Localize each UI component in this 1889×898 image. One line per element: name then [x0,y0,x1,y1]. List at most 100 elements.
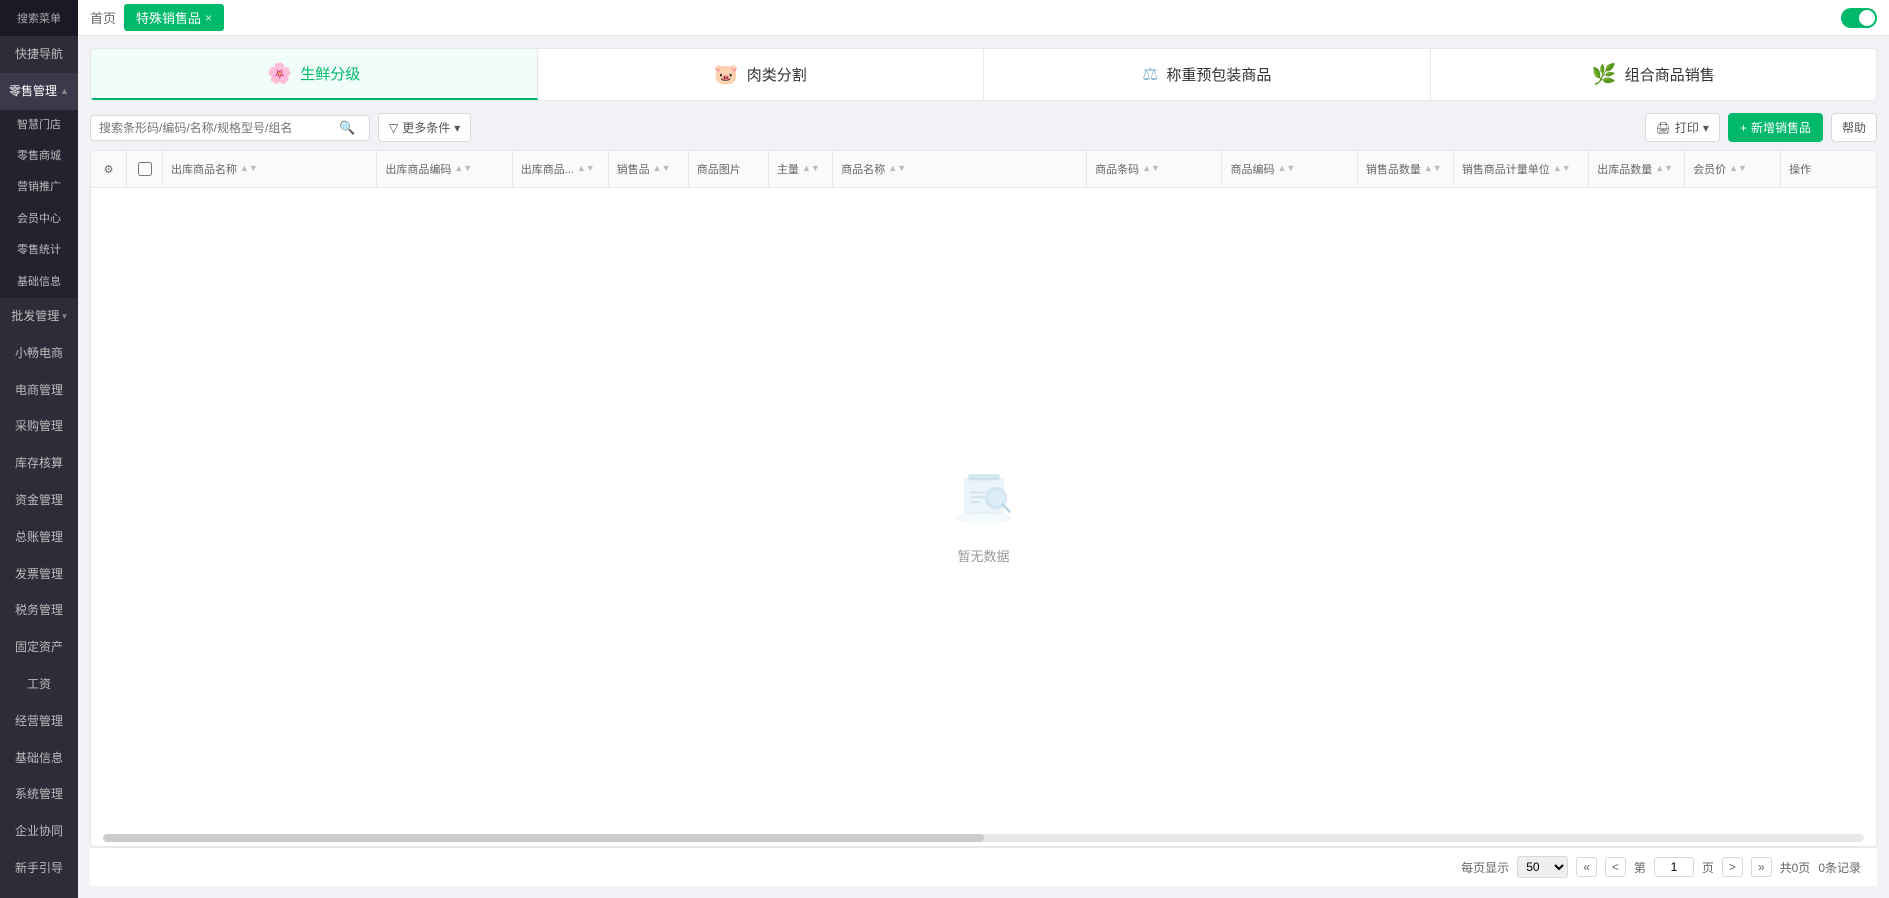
page-suffix: 页 [1702,859,1714,876]
retail-mgmt-arrow: ▲ [60,85,69,98]
fresh-tab-icon: 🌸 [267,61,292,86]
sale-sort-icon[interactable]: ▲▼ [653,165,671,172]
combo-tab-icon: 🌿 [1592,62,1617,87]
select-all-checkbox[interactable] [138,162,152,176]
goodsname-sort-icon[interactable]: ▲▼ [888,165,906,172]
th-saleunit[interactable]: 销售商品计量单位 ▲▼ [1454,151,1589,187]
total-pages: 共0页 [1780,859,1811,876]
sidebar-item-inventory[interactable]: 库存核算 [0,445,78,482]
th-outcode[interactable]: 出库商品编码 ▲▼ [377,151,512,187]
th-check[interactable] [127,151,163,187]
per-page-label: 每页显示 [1461,859,1509,876]
cat-tab-combo[interactable]: 🌿 组合商品销售 [1431,49,1877,100]
sidebar-item-purchase-mgmt[interactable]: 采购管理 [0,408,78,445]
th-main-label: 主量 [777,161,799,177]
th-goodscode-label: 商品编码 [1230,161,1274,177]
sidebar-item-mini-ecommerce[interactable]: 小畅电商 [0,335,78,372]
scrollbar-thumb[interactable] [103,834,984,842]
sidebar-item-basic-info1[interactable]: 基础信息 [0,267,78,298]
sidebar-item-retail-stats[interactable]: 零售统计 [0,235,78,266]
tab-close-icon[interactable]: × [205,11,212,25]
help-button[interactable]: 帮助 [1831,113,1877,142]
th-goodsname-label: 商品名称 [841,161,885,177]
th-barcode[interactable]: 商品条码 ▲▼ [1087,151,1222,187]
th-memberprice[interactable]: 会员价 ▲▼ [1685,151,1781,187]
th-goodscode[interactable]: 商品编码 ▲▼ [1222,151,1357,187]
th-outsku[interactable]: 出库商品... ▲▼ [513,151,609,187]
th-main[interactable]: 主量 ▲▼ [769,151,833,187]
cat-tab-weigh[interactable]: ⚖ 称重预包装商品 [984,49,1431,100]
filter-label: 更多条件 [402,119,450,136]
search-icon[interactable]: 🔍 [339,120,355,136]
first-page-button[interactable]: « [1576,857,1597,877]
add-product-button[interactable]: + 新增销售品 [1728,113,1823,142]
toggle-switch[interactable] [1841,8,1877,28]
sidebar-item-member-center[interactable]: 会员中心 [0,204,78,235]
outname-sort-icon[interactable]: ▲▼ [240,165,258,172]
th-goodsname[interactable]: 商品名称 ▲▼ [833,151,1087,187]
sidebar-item-biz-mgmt[interactable]: 经营管理 [0,703,78,740]
table-container: ⚙ 出库商品名称 ▲▼ 出库商品编码 ▲▼ 出库商品... ▲▼ [90,150,1877,847]
sidebar-item-fixed-assets[interactable]: 固定资产 [0,629,78,666]
saleunit-sort-icon[interactable]: ▲▼ [1553,165,1571,172]
goodscode-sort-icon[interactable]: ▲▼ [1277,165,1295,172]
sidebar-item-wholesale-mgmt[interactable]: 批发管理 ▾ [0,298,78,335]
sidebar-retail-submenu: 智慧门店 零售商城 营销推广 会员中心 零售统计 基础信息 [0,110,78,298]
search-box[interactable]: 🔍 [90,115,370,141]
outsku-sort-icon[interactable]: ▲▼ [577,165,595,172]
cat-tab-meat[interactable]: 🐷 肉类分割 [538,49,985,100]
search-input[interactable] [99,121,339,135]
sidebar-item-newbie[interactable]: 新手引导 [0,850,78,887]
sidebar-item-ledger-mgmt[interactable]: 总账管理 [0,519,78,556]
th-sale[interactable]: 销售品 ▲▼ [609,151,689,187]
page-number-input[interactable] [1654,857,1694,877]
cat-tab-fresh[interactable]: 🌸 生鲜分级 [91,49,538,100]
empty-text: 暂无数据 [957,546,1009,565]
th-outqty[interactable]: 出库品数量 ▲▼ [1589,151,1685,187]
prev-page-button[interactable]: < [1605,857,1626,877]
sidebar-item-tax-mgmt[interactable]: 税务管理 [0,592,78,629]
sidebar-item-smart-store[interactable]: 智慧门店 [0,110,78,141]
filter-arrow-icon: ▾ [454,121,460,135]
saleqty-sort-icon[interactable]: ▲▼ [1424,165,1442,172]
outcode-sort-icon[interactable]: ▲▼ [454,165,472,172]
main-sort-icon[interactable]: ▲▼ [802,165,820,172]
th-outname[interactable]: 出库商品名称 ▲▼ [163,151,377,187]
meat-tab-label: 肉类分割 [747,64,807,85]
th-action-label: 操作 [1789,161,1811,177]
sidebar-item-retail-mgmt[interactable]: 零售管理 ▲ [0,73,78,110]
active-tab[interactable]: 特殊销售品 × [124,4,224,31]
outqty-sort-icon[interactable]: ▲▼ [1655,165,1673,172]
sidebar-item-sys-mgmt[interactable]: 系统管理 [0,776,78,813]
sidebar-item-sales-promo[interactable]: 营销推广 [0,172,78,203]
next-page-button[interactable]: > [1722,857,1743,877]
barcode-sort-icon[interactable]: ▲▼ [1142,165,1160,172]
meat-tab-icon: 🐷 [714,62,739,87]
gear-icon[interactable]: ⚙ [0,887,78,898]
sidebar-item-invoice-mgmt[interactable]: 发票管理 [0,556,78,593]
sidebar-item-hr[interactable]: 工资 [0,666,78,703]
th-memberprice-label: 会员价 [1693,161,1726,177]
th-action: 操作 [1781,151,1876,187]
filter-button[interactable]: ▽ 更多条件 ▾ [378,113,471,142]
print-icon: 🖨 [1656,121,1671,135]
add-plus-icon: + [1740,121,1747,135]
th-saleqty[interactable]: 销售品数量 ▲▼ [1358,151,1454,187]
combo-tab-label: 组合商品销售 [1625,64,1715,85]
last-page-button[interactable]: » [1751,857,1772,877]
per-page-select[interactable]: 50 10 20 100 [1517,856,1568,878]
sidebar-item-ecommerce-mgmt[interactable]: 电商管理 [0,372,78,409]
th-settings[interactable]: ⚙ [91,151,127,187]
settings-icon[interactable]: ⚙ [104,163,114,176]
memberprice-sort-icon[interactable]: ▲▼ [1729,165,1747,172]
horizontal-scrollbar[interactable] [103,834,1864,842]
sidebar-item-quick-nav[interactable]: 快捷导航 [0,36,78,73]
home-link[interactable]: 首页 [90,8,116,27]
sidebar-item-finance-mgmt[interactable]: 资金管理 [0,482,78,519]
print-button[interactable]: 🖨 打印 ▾ [1645,113,1720,142]
sidebar-item-retail-mall[interactable]: 零售商城 [0,141,78,172]
th-outcode-label: 出库商品编码 [385,161,451,177]
sidebar-item-basic-info2[interactable]: 基础信息 [0,740,78,777]
sidebar-item-enterprise[interactable]: 企业协同 [0,813,78,850]
sidebar-logo[interactable]: 搜索菜单 [0,0,78,36]
